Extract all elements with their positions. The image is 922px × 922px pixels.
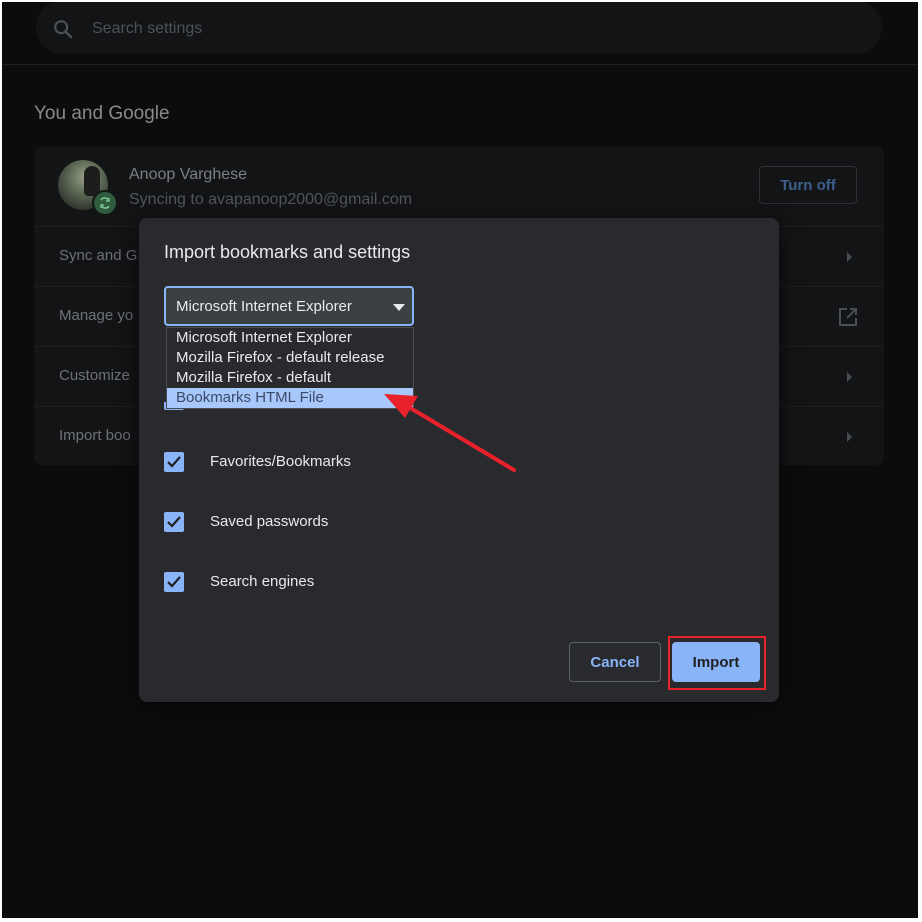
profile-name: Anoop Varghese [129,166,248,183]
dropdown-option-bookmarks-html[interactable]: Bookmarks HTML File [167,388,413,408]
chevron-right-icon [847,432,852,442]
sync-badge-icon [92,190,118,216]
search-box[interactable]: Search settings [36,2,882,54]
checkmark-icon [167,516,181,528]
search-input[interactable]: Search settings [92,20,202,38]
search-engines-checkbox[interactable] [164,572,184,592]
search-icon [54,20,73,39]
chevron-right-icon [847,372,852,382]
dropdown-option[interactable]: Mozilla Firefox - default release [167,348,413,368]
checkbox-label: Search engines [210,573,315,590]
top-bar: Search settings [2,2,918,65]
settings-row-label: Customize [59,367,130,384]
settings-row-label: Manage yo [59,307,134,324]
settings-row-label: Sync and G [59,247,138,264]
section-title: You and Google [34,103,170,124]
dropdown-arrow-icon [393,304,405,311]
import-button[interactable]: Import [672,642,760,682]
checkbox-label: Favorites/Bookmarks [210,453,351,470]
browser-select[interactable]: Microsoft Internet Explorer [164,286,414,326]
settings-row-label: Import boo [59,427,131,444]
settings-page: Search settings You and Google Anoop Var… [2,2,918,918]
dropdown-option[interactable]: Mozilla Firefox - default [167,368,413,388]
turn-off-button[interactable]: Turn off [759,166,857,204]
favorites-checkbox[interactable] [164,452,184,472]
select-value: Microsoft Internet Explorer [176,298,352,315]
checkbox-label: Saved passwords [210,513,329,530]
browser-dropdown-list: Microsoft Internet Explorer Mozilla Fire… [166,327,414,409]
dropdown-option[interactable]: Microsoft Internet Explorer [167,328,413,348]
dialog-title: Import bookmarks and settings [164,242,411,262]
chevron-right-icon [847,252,852,262]
import-dialog: Import bookmarks and settings Microsoft … [139,218,779,702]
checkmark-icon [167,576,181,588]
sync-status-text: Syncing to avapanoop2000@gmail.com [129,191,413,208]
external-link-icon [839,308,857,326]
checkmark-icon [167,456,181,468]
passwords-checkbox[interactable] [164,512,184,532]
cancel-button[interactable]: Cancel [569,642,661,682]
profile-row: Anoop Varghese Syncing to avapanoop2000@… [34,146,884,226]
